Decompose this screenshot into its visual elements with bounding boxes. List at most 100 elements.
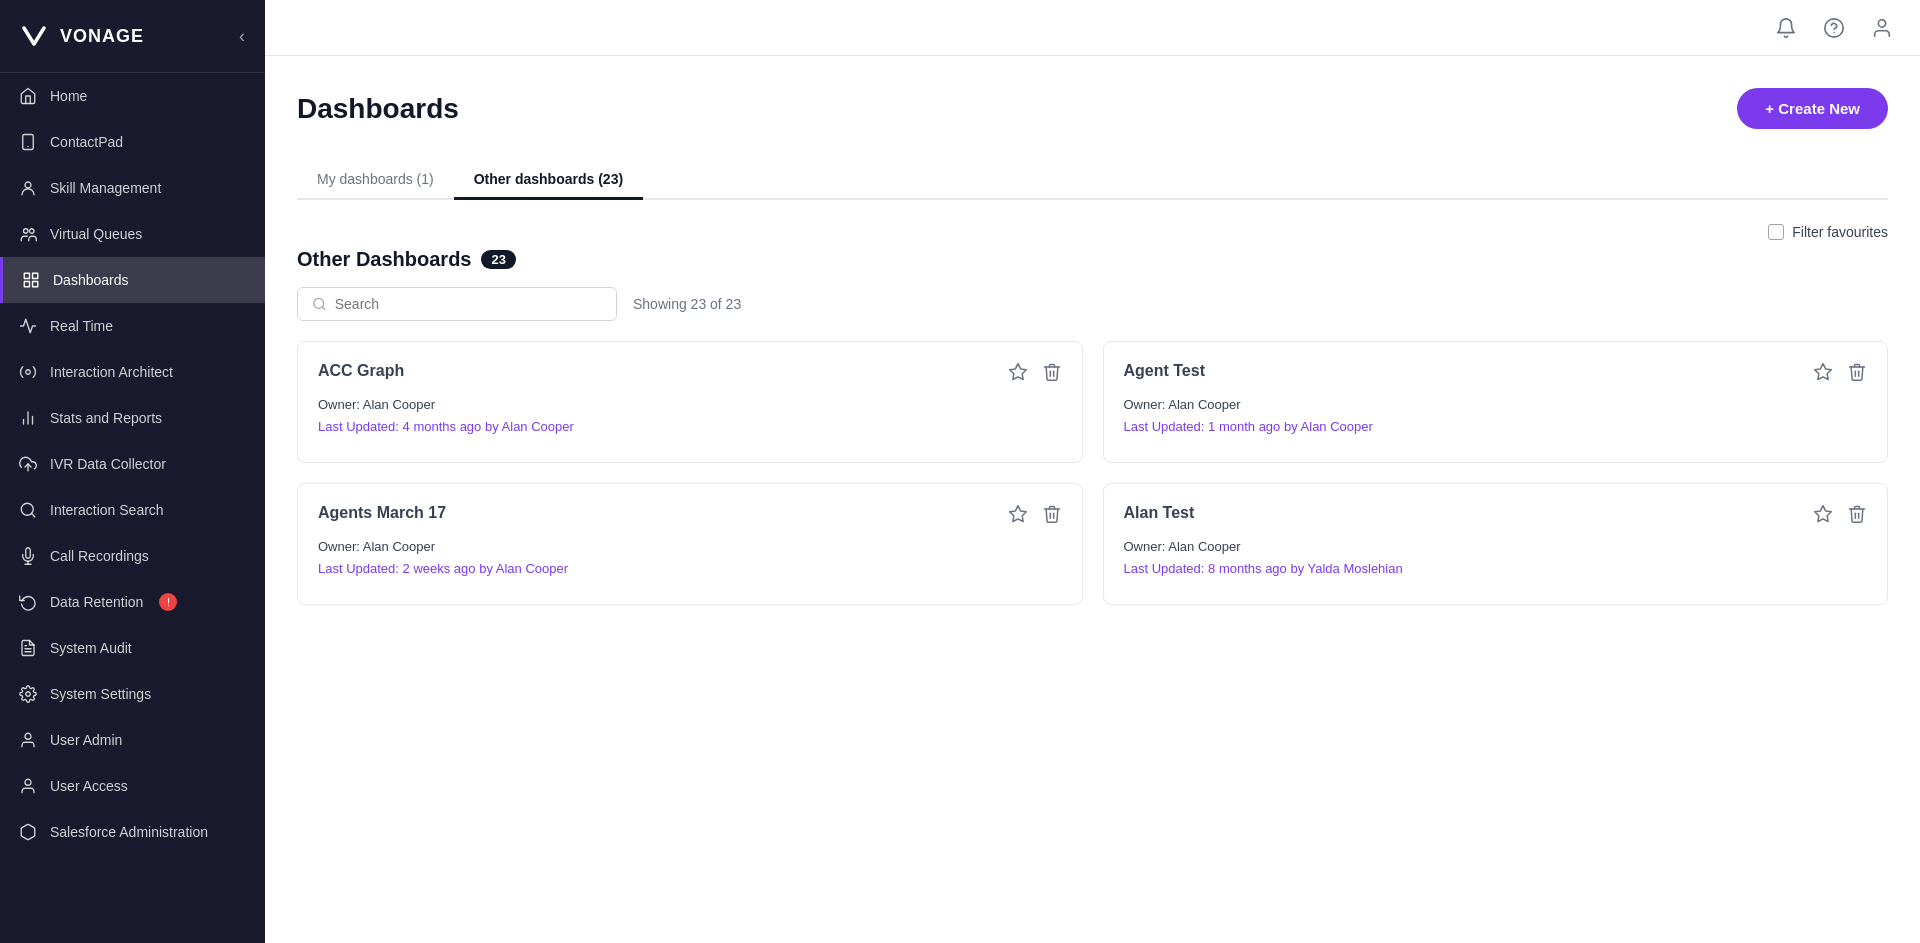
sidebar-header: VONAGE ‹: [0, 0, 265, 73]
svg-point-4: [24, 229, 29, 234]
audit-icon: [18, 638, 38, 658]
card-updated-alan-test: Last Updated: 8 months ago by Yalda Mosl…: [1124, 558, 1868, 580]
card-owner-agent-test: Owner: Alan Cooper: [1124, 394, 1868, 416]
card-delete-agent-test[interactable]: [1845, 360, 1869, 384]
showing-text: Showing 23 of 23: [633, 296, 741, 312]
svg-point-21: [26, 692, 31, 697]
stats-icon: [18, 408, 38, 428]
sidebar-item-virtual-queues[interactable]: Virtual Queues: [0, 211, 265, 257]
sidebar-item-ivr-data-collector[interactable]: IVR Data Collector: [0, 441, 265, 487]
sidebar-item-label: Skill Management: [50, 180, 161, 196]
sidebar-item-interaction-architect[interactable]: Interaction Architect: [0, 349, 265, 395]
sidebar-item-system-settings[interactable]: System Settings: [0, 671, 265, 717]
card-favourite-agent-test[interactable]: [1811, 360, 1835, 384]
svg-line-28: [322, 307, 325, 310]
card-actions-alan-test: [1811, 502, 1869, 526]
tab-my-dashboards[interactable]: My dashboards (1): [297, 161, 454, 200]
svg-rect-6: [24, 273, 29, 278]
card-owner-alan-test: Owner: Alan Cooper: [1124, 536, 1868, 558]
cards-grid: ACC Graph Owner: Alan Cooper Last Update…: [297, 341, 1888, 605]
dashboard-card-agent-test: Agent Test Owner: Alan Cooper Last Updat…: [1103, 341, 1889, 463]
sidebar-item-home[interactable]: Home: [0, 73, 265, 119]
sidebar-collapse-button[interactable]: ‹: [235, 22, 249, 51]
topbar: [265, 0, 1920, 56]
svg-rect-8: [33, 282, 38, 287]
card-title-agent-test: Agent Test: [1124, 362, 1868, 380]
svg-marker-29: [1009, 364, 1026, 380]
search-input[interactable]: [335, 296, 602, 312]
sidebar-item-skill-management[interactable]: Skill Management: [0, 165, 265, 211]
skill-icon: [18, 178, 38, 198]
sidebar-item-label: System Settings: [50, 686, 151, 702]
sidebar-item-data-retention[interactable]: Data Retention !: [0, 579, 265, 625]
retention-icon: [18, 592, 38, 612]
card-delete-agents-march17[interactable]: [1040, 502, 1064, 526]
contactpad-icon: [18, 132, 38, 152]
bell-icon[interactable]: [1772, 14, 1800, 42]
sidebar-item-user-access[interactable]: User Access: [0, 763, 265, 809]
card-owner-agents-march17: Owner: Alan Cooper: [318, 536, 1062, 558]
useraccess-icon: [18, 776, 38, 796]
nav-badge-data-retention: !: [159, 593, 177, 611]
dashboard-icon: [21, 270, 41, 290]
card-delete-acc-graph[interactable]: [1040, 360, 1064, 384]
search-icon: [312, 296, 327, 312]
card-actions-agents-march17: [1006, 502, 1064, 526]
card-actions-agent-test: [1811, 360, 1869, 384]
sidebar-item-label: Data Retention: [50, 594, 143, 610]
realtime-icon: [18, 316, 38, 336]
page-title: Dashboards: [297, 93, 459, 125]
filter-favourites-text: Filter favourites: [1792, 224, 1888, 240]
sidebar-item-real-time[interactable]: Real Time: [0, 303, 265, 349]
sidebar-item-salesforce-admin[interactable]: Salesforce Administration: [0, 809, 265, 855]
recordings-icon: [18, 546, 38, 566]
svg-marker-31: [1009, 506, 1026, 522]
sidebar-item-label: Stats and Reports: [50, 410, 162, 426]
search-input-wrap: [297, 287, 617, 321]
tab-other-dashboards[interactable]: Other dashboards (23): [454, 161, 643, 200]
useradmin-icon: [18, 730, 38, 750]
sidebar-item-user-admin[interactable]: User Admin: [0, 717, 265, 763]
card-favourite-alan-test[interactable]: [1811, 502, 1835, 526]
card-favourite-acc-graph[interactable]: [1006, 360, 1030, 384]
sidebar-item-label: Interaction Architect: [50, 364, 173, 380]
sidebar-item-stats-reports[interactable]: Stats and Reports: [0, 395, 265, 441]
main-content: Dashboards + Create New My dashboards (1…: [265, 0, 1920, 943]
filter-favourites-label[interactable]: Filter favourites: [1768, 224, 1888, 240]
card-favourite-agents-march17[interactable]: [1006, 502, 1030, 526]
card-meta-acc-graph: Owner: Alan Cooper Last Updated: 4 month…: [318, 394, 1062, 438]
card-meta-agent-test: Owner: Alan Cooper Last Updated: 1 month…: [1124, 394, 1868, 438]
content-area: Dashboards + Create New My dashboards (1…: [265, 56, 1920, 943]
salesforce-icon: [18, 822, 38, 842]
card-updated-acc-graph: Last Updated: 4 months ago by Alan Coope…: [318, 416, 1062, 438]
settings-icon: [18, 684, 38, 704]
create-new-button[interactable]: + Create New: [1737, 88, 1888, 129]
sidebar-item-label: Home: [50, 88, 87, 104]
help-icon[interactable]: [1820, 14, 1848, 42]
card-actions-acc-graph: [1006, 360, 1064, 384]
sidebar-item-label: Interaction Search: [50, 502, 164, 518]
filter-favourites-checkbox[interactable]: [1768, 224, 1784, 240]
svg-point-24: [1825, 18, 1843, 36]
sidebar-item-contactpad[interactable]: ContactPad: [0, 119, 265, 165]
svg-point-5: [30, 229, 35, 234]
sidebar-item-label: User Access: [50, 778, 128, 794]
card-owner-acc-graph: Owner: Alan Cooper: [318, 394, 1062, 416]
dashboard-card-alan-test: Alan Test Owner: Alan Cooper Last Update…: [1103, 483, 1889, 605]
section-count-badge: 23: [481, 250, 515, 269]
sidebar-item-interaction-search[interactable]: Interaction Search: [0, 487, 265, 533]
sidebar-item-dashboards[interactable]: Dashboards: [0, 257, 265, 303]
sidebar-item-call-recordings[interactable]: Call Recordings: [0, 533, 265, 579]
svg-point-26: [1878, 19, 1885, 26]
sidebar-item-system-audit[interactable]: System Audit: [0, 625, 265, 671]
card-meta-agents-march17: Owner: Alan Cooper Last Updated: 2 weeks…: [318, 536, 1062, 580]
card-delete-alan-test[interactable]: [1845, 502, 1869, 526]
search-icon: [18, 500, 38, 520]
dashboard-card-agents-march17: Agents March 17 Owner: Alan Cooper Last …: [297, 483, 1083, 605]
user-icon[interactable]: [1868, 14, 1896, 42]
search-row: Showing 23 of 23: [297, 287, 1888, 321]
sidebar-item-label: Call Recordings: [50, 548, 149, 564]
section-header: Other Dashboards 23: [297, 248, 1888, 271]
sidebar: VONAGE ‹ Home ContactPad Skill Managemen…: [0, 0, 265, 943]
ivr-icon: [18, 454, 38, 474]
